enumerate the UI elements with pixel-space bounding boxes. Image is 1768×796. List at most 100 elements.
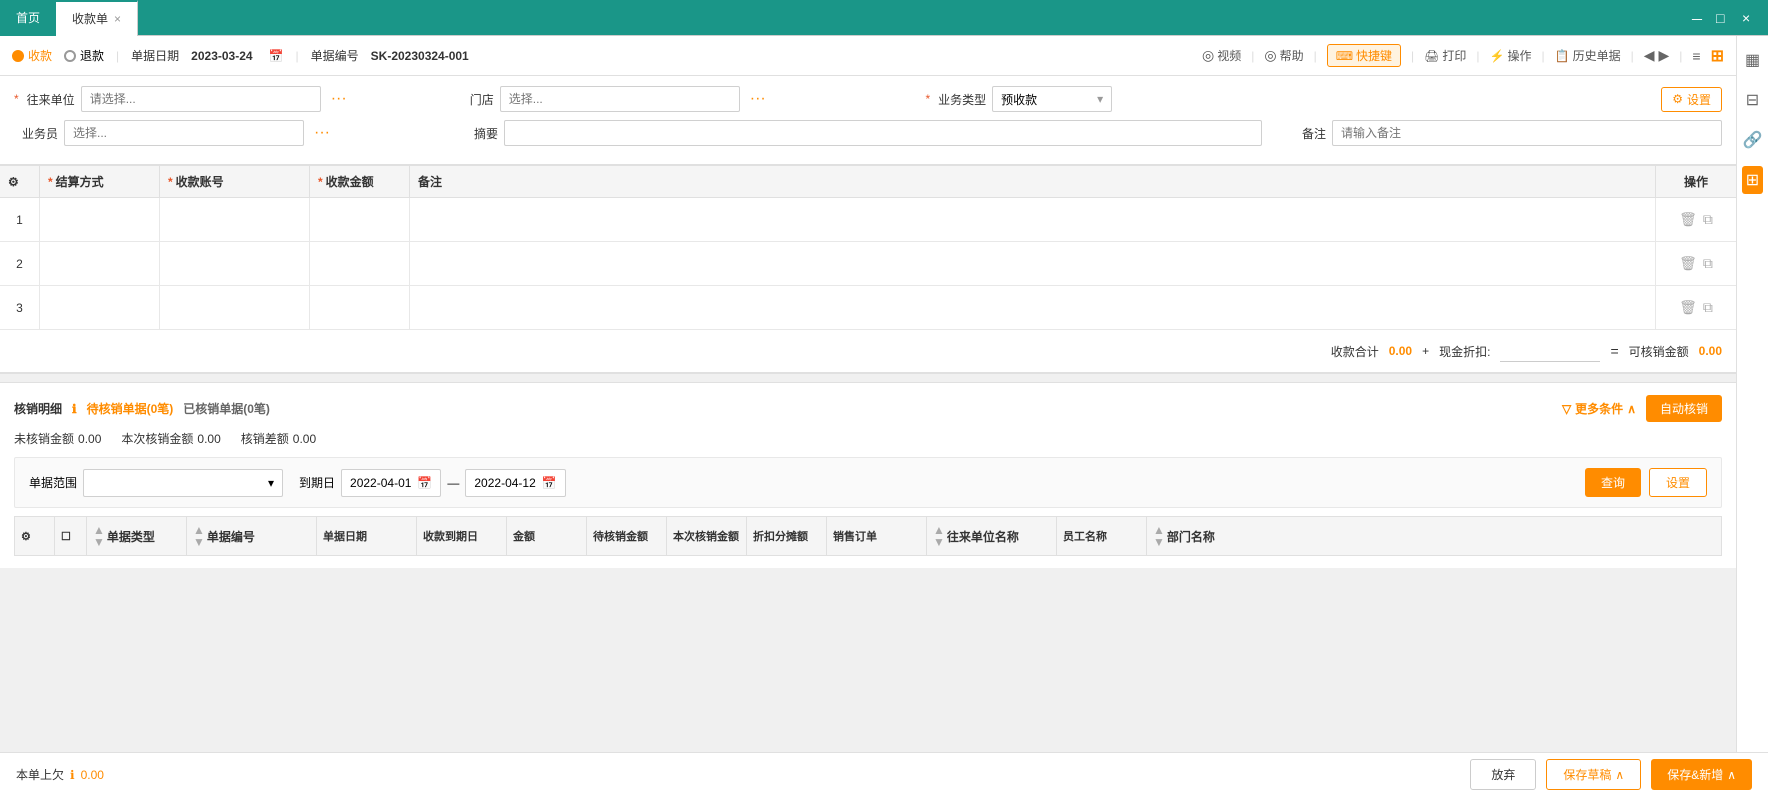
calendar-end-icon[interactable]: 📅 — [542, 476, 557, 490]
row2-amount[interactable] — [310, 242, 410, 285]
query-button[interactable]: 查询 — [1585, 468, 1641, 497]
partner-more-button[interactable]: ··· — [331, 90, 347, 108]
close-button[interactable]: × — [1742, 10, 1758, 26]
bth-checkbox[interactable]: ☐ — [55, 517, 87, 555]
next-page-button[interactable]: ▶ — [1659, 47, 1670, 64]
bth-bill-date: 单据日期 — [317, 517, 417, 555]
business-type-label: 业务类型 — [938, 91, 986, 108]
th-settings[interactable]: ⚙ — [0, 166, 40, 197]
row3-settlement[interactable] — [40, 286, 160, 329]
salesperson-more-button[interactable]: ··· — [314, 124, 330, 142]
date-range: 到期日 2022-04-01 📅 — 2022-04-12 📅 — [299, 469, 566, 497]
row3-delete-icon[interactable]: 🗑 — [1679, 299, 1697, 316]
verifiable-label: 可核销金额 — [1629, 343, 1689, 360]
pending-tab[interactable]: 待核销单据(0笔) — [87, 400, 174, 417]
sort-arrows-dept: ▲▼ — [1153, 524, 1165, 548]
more-conditions-button[interactable]: ▽ 更多条件 ∧ — [1562, 400, 1636, 417]
tab-close-icon[interactable]: × — [114, 12, 121, 26]
bth-staff-name: 员工名称 — [1057, 517, 1147, 555]
layout-icon[interactable]: ≡ — [1692, 48, 1700, 64]
business-type-select[interactable]: 预收款 ▾ — [992, 86, 1112, 112]
partner-input[interactable] — [81, 86, 321, 112]
row1-delete-icon[interactable]: 🗑 — [1679, 211, 1697, 228]
row2-copy-icon[interactable]: ⧉ — [1703, 255, 1713, 272]
salesperson-label: 业务员 — [22, 125, 58, 142]
store-more-button[interactable]: ··· — [750, 90, 766, 108]
gear-icon: ⚙ — [1672, 92, 1683, 106]
row3-account[interactable] — [160, 286, 310, 329]
summary-label: 摘要 — [474, 125, 498, 142]
table-gear-icon[interactable]: ⚙ — [8, 175, 19, 189]
row1-copy-icon[interactable]: ⧉ — [1703, 211, 1713, 228]
print-button[interactable]: 🖨 打印 — [1424, 47, 1466, 64]
sidebar-active-icon[interactable]: ⊞ — [1742, 166, 1763, 194]
diff-value: 0.00 — [293, 432, 316, 446]
form-row-2: 业务员 ··· 摘要 备注 — [14, 120, 1722, 146]
verify-info-icon[interactable]: ℹ — [72, 402, 77, 416]
fullscreen-icon[interactable]: ⊞ — [1711, 46, 1724, 66]
store-input[interactable] — [500, 86, 740, 112]
abandon-button[interactable]: 放弃 — [1470, 759, 1536, 790]
discount-input[interactable] — [1500, 340, 1600, 362]
remark-input[interactable] — [1332, 120, 1722, 146]
form-row-1: * 往来单位 ··· 门店 ··· * 业务类型 预收款 ▾ — [14, 86, 1722, 112]
bth-partner-name: ▲▼ 往来单位名称 — [927, 517, 1057, 555]
date-start-input[interactable]: 2022-04-01 📅 — [341, 469, 441, 497]
range-label: 单据范围 — [29, 474, 77, 491]
form-area: * 往来单位 ··· 门店 ··· * 业务类型 预收款 ▾ — [0, 76, 1736, 165]
row3-amount[interactable] — [310, 286, 410, 329]
help-button[interactable]: ◎ 帮助 — [1264, 47, 1303, 64]
receipt-radio[interactable]: 收款 — [12, 47, 52, 64]
filter-settings-button[interactable]: 设置 — [1649, 468, 1707, 497]
row3-remark[interactable] — [410, 286, 1656, 329]
date-end-input[interactable]: 2022-04-12 📅 — [465, 469, 565, 497]
sidebar-link-icon[interactable]: 🔗 — [1739, 126, 1767, 154]
row2-settlement[interactable] — [40, 242, 160, 285]
summary-input[interactable] — [504, 120, 1262, 146]
row2-delete-icon[interactable]: 🗑 — [1679, 255, 1697, 272]
toolbar-right: ◎ 视频 | ◎ 帮助 | ⌨ 快捷键 | 🖨 打印 | ⚡ 操作 — [1202, 44, 1724, 67]
save-draft-button[interactable]: 保存草稿 ∧ — [1546, 759, 1641, 790]
footer-info-icon[interactable]: ℹ — [70, 768, 75, 782]
row1-remark[interactable] — [410, 198, 1656, 241]
table-row: 1 🗑 ⧉ — [0, 198, 1736, 242]
row1-account[interactable] — [160, 198, 310, 241]
auto-verify-button[interactable]: 自动核销 — [1646, 395, 1722, 422]
partner-label: 往来单位 — [27, 91, 75, 108]
date-end-value: 2022-04-12 — [474, 476, 535, 490]
maximize-button[interactable]: □ — [1716, 10, 1732, 26]
sidebar-list-icon[interactable]: ⊟ — [1742, 86, 1763, 114]
row1-amount[interactable] — [310, 198, 410, 241]
prev-page-button[interactable]: ◀ — [1644, 47, 1655, 64]
row1-settlement[interactable] — [40, 198, 160, 241]
operate-button[interactable]: ⚡ 操作 — [1490, 47, 1532, 64]
history-label: 历史单据 — [1573, 47, 1621, 64]
bth-amount: 金额 — [507, 517, 587, 555]
save-new-button[interactable]: 保存&新增 ∧ — [1651, 759, 1752, 790]
bill-date-calendar-icon[interactable]: 📅 — [269, 49, 284, 63]
calendar-start-icon[interactable]: 📅 — [417, 476, 432, 490]
refund-radio[interactable]: 退款 — [64, 47, 104, 64]
sidebar-table-icon[interactable]: ▦ — [1741, 46, 1764, 74]
save-draft-label: 保存草稿 — [1563, 766, 1611, 783]
range-select[interactable]: ▾ — [83, 469, 283, 497]
sort-arrows-bill-type: ▲▼ — [93, 524, 105, 548]
help-label: 帮助 — [1280, 47, 1304, 64]
shortcut-label: 快捷键 — [1356, 47, 1392, 64]
receipt-label: 收款 — [28, 47, 52, 64]
unchecked-amount-stat: 未核销金额 0.00 — [14, 430, 101, 447]
history-button[interactable]: 📋 历史单据 — [1555, 47, 1621, 64]
settings-button[interactable]: ⚙ 设置 — [1661, 87, 1722, 112]
row2-remark[interactable] — [410, 242, 1656, 285]
bth-settings[interactable]: ⚙ — [15, 517, 55, 555]
video-button[interactable]: ◎ 视频 — [1202, 47, 1241, 64]
row3-copy-icon[interactable]: ⧉ — [1703, 299, 1713, 316]
done-tab[interactable]: 已核销单据(0笔) — [183, 400, 270, 417]
tab-current[interactable]: 收款单 × — [56, 0, 138, 36]
shortcut-button[interactable]: ⌨ 快捷键 — [1327, 44, 1401, 67]
tab-home[interactable]: 首页 — [0, 0, 56, 36]
row2-account[interactable] — [160, 242, 310, 285]
salesperson-input[interactable] — [64, 120, 304, 146]
minimize-button[interactable]: － — [1690, 10, 1706, 26]
verify-section: 核销明细 ℹ 待核销单据(0笔) 已核销单据(0笔) ▽ 更多条件 ∧ 自动核销… — [0, 382, 1736, 568]
